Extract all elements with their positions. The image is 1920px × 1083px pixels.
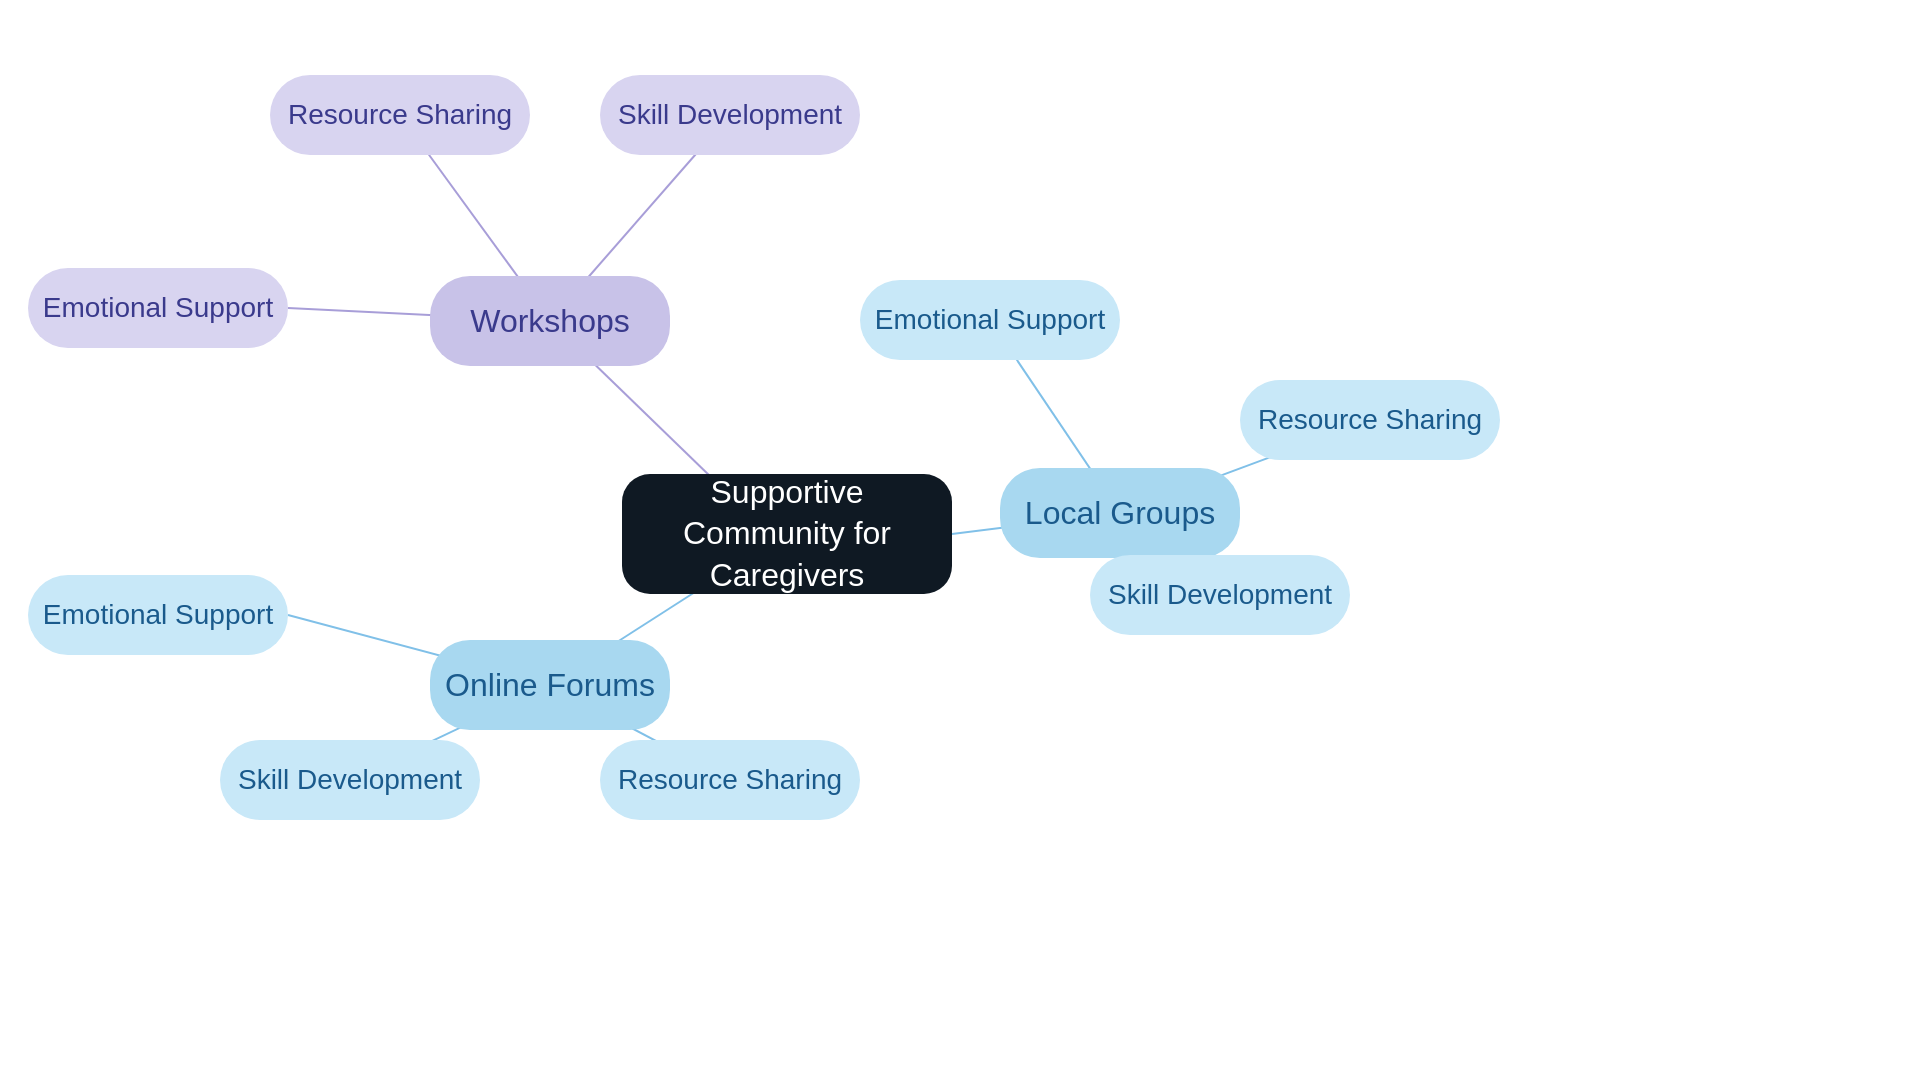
local-groups-node: Local Groups bbox=[1000, 468, 1240, 558]
online-forums-skill-development-node: Skill Development bbox=[220, 740, 480, 820]
workshops-emotional-support-node: Emotional Support bbox=[28, 268, 288, 348]
local-groups-emotional-support-node: Emotional Support bbox=[860, 280, 1120, 360]
online-forums-resource-sharing-node: Resource Sharing bbox=[600, 740, 860, 820]
workshops-resource-sharing-node: Resource Sharing bbox=[270, 75, 530, 155]
online-forums-emotional-support-node: Emotional Support bbox=[28, 575, 288, 655]
online-forums-node: Online Forums bbox=[430, 640, 670, 730]
center-node: Supportive Community for Caregivers bbox=[622, 474, 952, 594]
workshops-skill-development-node: Skill Development bbox=[600, 75, 860, 155]
local-groups-resource-sharing-node: Resource Sharing bbox=[1240, 380, 1500, 460]
local-groups-skill-development-node: Skill Development bbox=[1090, 555, 1350, 635]
workshops-node: Workshops bbox=[430, 276, 670, 366]
